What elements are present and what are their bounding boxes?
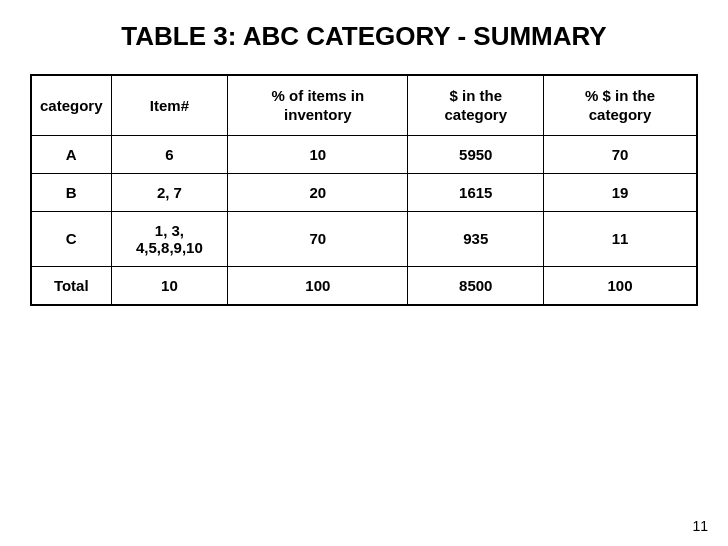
cell-r0-c4: 70: [544, 135, 697, 173]
table-header-row: category Item# % of items in inventory $…: [31, 75, 697, 136]
header-item-num: Item#: [111, 75, 228, 136]
table-row: A610595070: [31, 135, 697, 173]
cell-r3-c4: 100: [544, 266, 697, 305]
cell-r0-c0: A: [31, 135, 111, 173]
summary-table: category Item# % of items in inventory $…: [30, 74, 698, 306]
page-title: TABLE 3: ABC CATEGORY - SUMMARY: [121, 20, 606, 54]
cell-r3-c3: 8500: [408, 266, 544, 305]
table-wrapper: category Item# % of items in inventory $…: [30, 74, 698, 306]
header-category: category: [31, 75, 111, 136]
header-pct-items: % of items in inventory: [228, 75, 408, 136]
cell-r3-c1: 10: [111, 266, 228, 305]
cell-r2-c1: 1, 3, 4,5,8,9,10: [111, 211, 228, 266]
cell-r2-c0: C: [31, 211, 111, 266]
cell-r3-c0: Total: [31, 266, 111, 305]
cell-r1-c3: 1615: [408, 173, 544, 211]
header-dollar-category: $ in the category: [408, 75, 544, 136]
cell-r0-c2: 10: [228, 135, 408, 173]
cell-r1-c4: 19: [544, 173, 697, 211]
table-row: Total101008500100: [31, 266, 697, 305]
cell-r0-c3: 5950: [408, 135, 544, 173]
cell-r0-c1: 6: [111, 135, 228, 173]
cell-r1-c1: 2, 7: [111, 173, 228, 211]
page-container: TABLE 3: ABC CATEGORY - SUMMARY category…: [0, 0, 728, 546]
table-row: C1, 3, 4,5,8,9,107093511: [31, 211, 697, 266]
cell-r1-c2: 20: [228, 173, 408, 211]
header-pct-dollar-category: % $ in the category: [544, 75, 697, 136]
cell-r2-c4: 11: [544, 211, 697, 266]
cell-r2-c3: 935: [408, 211, 544, 266]
cell-r3-c2: 100: [228, 266, 408, 305]
table-row: B2, 720161519: [31, 173, 697, 211]
cell-r2-c2: 70: [228, 211, 408, 266]
cell-r1-c0: B: [31, 173, 111, 211]
page-number: 11: [692, 518, 708, 534]
